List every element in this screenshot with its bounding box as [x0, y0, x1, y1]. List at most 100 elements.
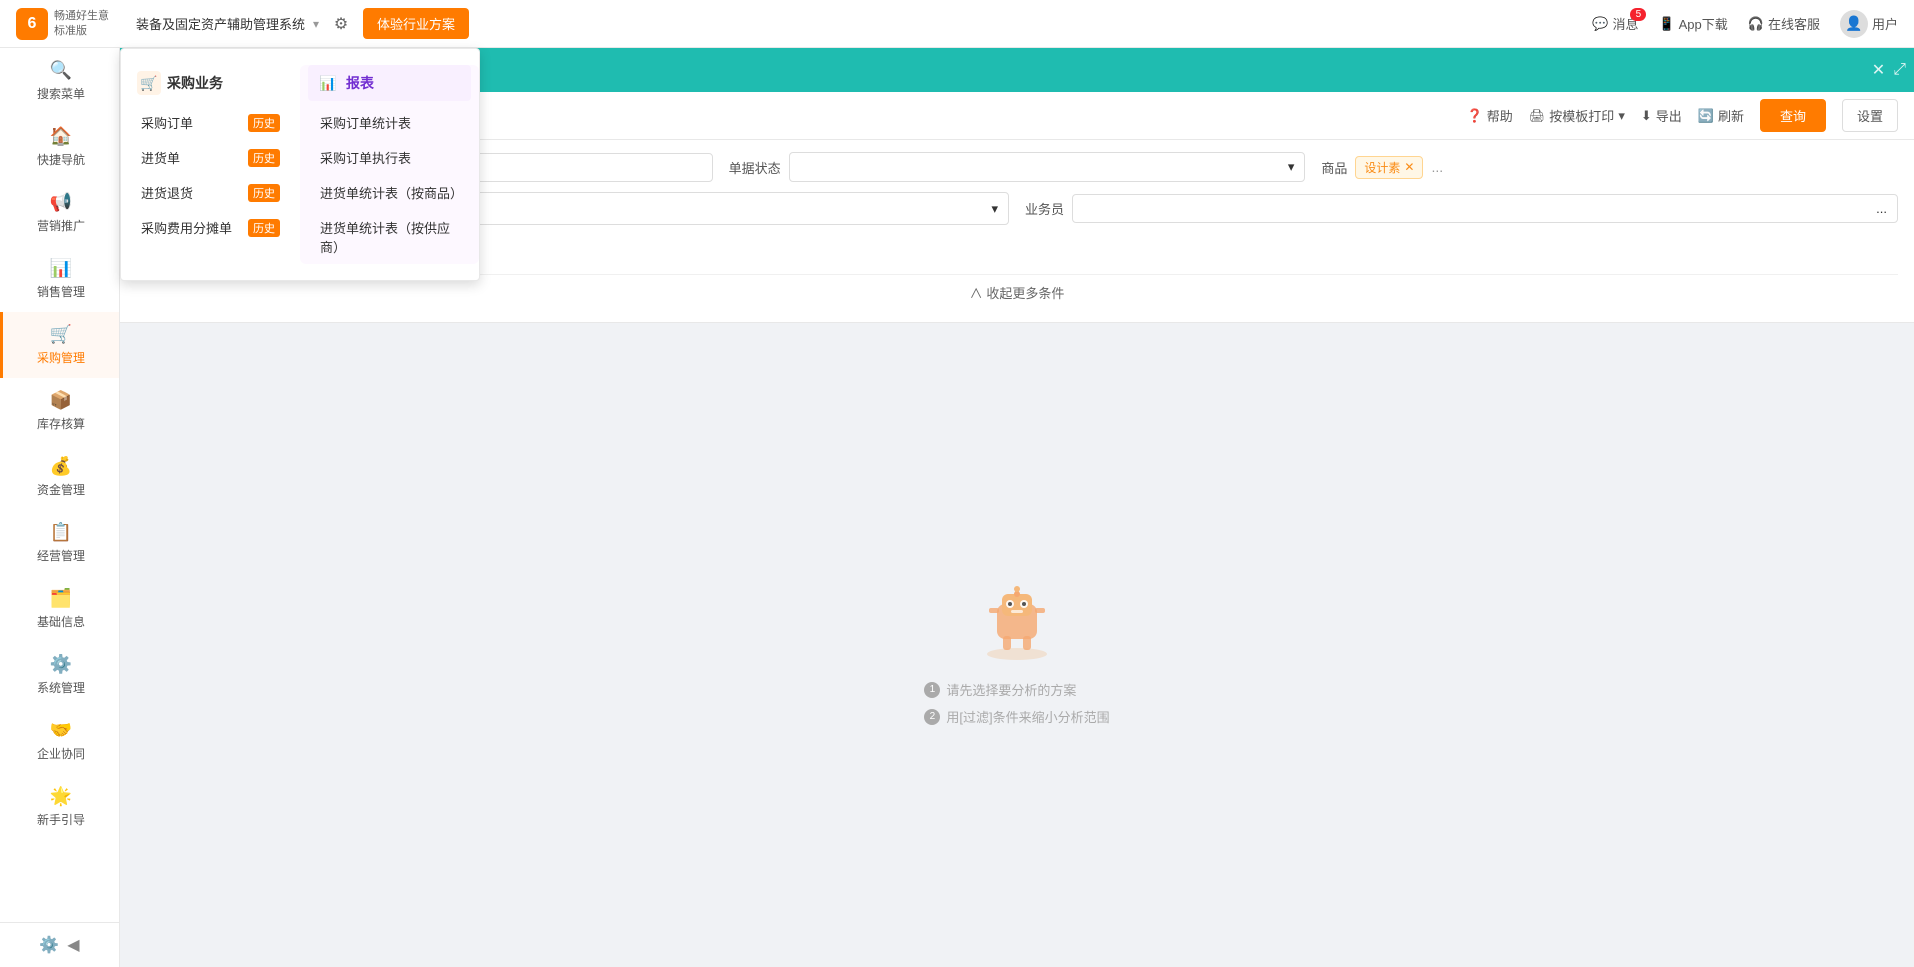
search-icon: 🔍	[50, 60, 72, 81]
help-button[interactable]: ❓ 帮助	[1467, 106, 1513, 125]
refresh-button[interactable]: 🔄 刷新	[1698, 106, 1744, 125]
tip-num-2: 2	[924, 709, 940, 725]
empty-state: 1 请先选择要分析的方案 2 用[过滤]条件来缩小分析范围	[120, 323, 1914, 967]
report-receipt-supplier-item[interactable]: 进货单统计表（按供应商）	[308, 210, 471, 264]
message-badge: 5	[1630, 8, 1646, 21]
user-label: 用户	[1872, 14, 1898, 33]
sidebar-item-guide[interactable]: 🌟 新手引导	[0, 774, 119, 840]
print-icon: 🖨	[1529, 108, 1546, 124]
sidebar-item-inventory[interactable]: 📦 库存核算	[0, 378, 119, 444]
app-download-label: App下载	[1679, 14, 1728, 33]
sidebar: 🔍 搜索菜单 🏠 快捷导航 📢 营销推广 📊 销售管理 🛒 采购管理 📦	[0, 48, 120, 967]
report-col-icon: 📊	[316, 71, 340, 95]
sidebar-item-search[interactable]: 🔍 搜索菜单	[0, 48, 119, 114]
query-button[interactable]: 查询	[1760, 99, 1826, 132]
collapse-label: 收起更多条件	[986, 286, 1064, 301]
collapse-icon: ∧	[970, 286, 983, 301]
avatar: 👤	[1840, 10, 1868, 38]
report-col-header: 📊 报表	[308, 65, 471, 101]
guide-icon: 🌟	[50, 786, 72, 807]
purchase-order-label: 采购订单	[141, 113, 193, 132]
refresh-icon: 🔄	[1698, 108, 1714, 124]
help-icon: ❓	[1467, 108, 1483, 124]
report-order-stat-label: 采购订单统计表	[320, 113, 411, 132]
online-service-label: 在线客服	[1768, 14, 1820, 33]
report-order-stat-item[interactable]: 采购订单统计表	[308, 105, 471, 140]
settings-button[interactable]: 设置	[1842, 99, 1898, 132]
status-select[interactable]: ▾	[789, 152, 1306, 182]
sidebar-item-finance[interactable]: 💰 资金管理	[0, 444, 119, 510]
system-dropdown-arrow[interactable]: ▾	[313, 17, 319, 31]
filter-goods: 商品 设计素 ✕ ...	[1321, 156, 1898, 179]
print-button[interactable]: 🖨 按模板打印 ▾	[1529, 106, 1625, 125]
user-action[interactable]: 👤 用户	[1840, 10, 1898, 38]
sales-icon: 📊	[50, 258, 72, 279]
report-order-exec-item[interactable]: 采购订单执行表	[308, 140, 471, 175]
tab-maximize-button[interactable]: ⤢	[1893, 61, 1906, 79]
sidebar-label-search: 搜索菜单	[37, 85, 85, 102]
sidebar-label-sales: 销售管理	[37, 283, 85, 300]
tip-text-2: 用[过滤]条件来缩小分析范围	[946, 707, 1109, 726]
logo-text: 畅通好生意 标准版	[54, 9, 109, 38]
sidebar-item-purchase[interactable]: 🛒 采购管理	[0, 312, 119, 378]
purchase-receipt-item[interactable]: 进货单 历史	[129, 140, 292, 175]
inventory-icon: 📦	[50, 390, 72, 411]
purchase-col-title: 采购业务	[167, 73, 223, 93]
help-label: 帮助	[1487, 106, 1513, 125]
message-action[interactable]: 💬 消息 5	[1592, 14, 1638, 33]
goods-tag-close[interactable]: ✕	[1404, 160, 1414, 174]
top-header: 6 畅通好生意 标准版 装备及固定资产辅助管理系统 ▾ ⚙ 体验行业方案 💬 消…	[0, 0, 1914, 48]
finance-icon: 💰	[50, 456, 72, 477]
print-label: 按模板打印	[1549, 106, 1614, 125]
purchase-return-badge: 历史	[248, 184, 280, 202]
salesperson-ellipsis: ...	[1876, 201, 1887, 216]
header-middle: 装备及固定资产辅助管理系统 ▾ ⚙ 体验行业方案	[136, 8, 1592, 39]
purchase-col-icon: 🛒	[137, 71, 161, 95]
sidebar-collapse-button[interactable]: ◀	[67, 935, 79, 955]
tab-close-all-button[interactable]: ✕	[1872, 60, 1885, 80]
system-icon: ⚙️	[50, 654, 72, 675]
sidebar-label-quick-nav: 快捷导航	[37, 151, 85, 168]
tab-bar-actions: ✕ ⤢	[1872, 60, 1906, 80]
purchase-expense-label: 采购费用分摊单	[141, 218, 232, 237]
sidebar-label-marketing: 营销推广	[37, 217, 85, 234]
purchase-return-item[interactable]: 进货退货 历史	[129, 175, 292, 210]
sidebar-item-sales[interactable]: 📊 销售管理	[0, 246, 119, 312]
purchase-col: 🛒 采购业务 采购订单 历史 进货单 历史 进货退货 历史 采购费用分摊单 历史	[121, 65, 300, 264]
logo-icon: 6	[16, 8, 48, 40]
sidebar-label-system: 系统管理	[37, 679, 85, 696]
settings-icon[interactable]: ⚙	[327, 10, 355, 38]
home-icon: 🏠	[50, 126, 72, 147]
app-download-action[interactable]: 📱 App下载	[1658, 14, 1727, 33]
goods-ellipsis[interactable]: ...	[1431, 159, 1443, 175]
purchase-receipt-badge: 历史	[248, 149, 280, 167]
empty-tips: 1 请先选择要分析的方案 2 用[过滤]条件来缩小分析范围	[924, 680, 1109, 726]
tip-num-1: 1	[924, 682, 940, 698]
sidebar-item-enterprise[interactable]: 🤝 企业协同	[0, 708, 119, 774]
logo-letter: 6	[28, 15, 37, 33]
salesperson-select[interactable]: ...	[1072, 194, 1898, 223]
report-order-exec-label: 采购订单执行表	[320, 148, 411, 167]
export-button[interactable]: ⬇ 导出	[1641, 106, 1682, 125]
sidebar-bottom: ⚙️ ◀	[0, 922, 119, 967]
sidebar-settings-button[interactable]: ⚙️	[39, 935, 59, 955]
purchase-expense-item[interactable]: 采购费用分摊单 历史	[129, 210, 292, 245]
industry-button[interactable]: 体验行业方案	[363, 8, 469, 39]
system-title: 装备及固定资产辅助管理系统	[136, 14, 305, 33]
report-receipt-goods-item[interactable]: 进货单统计表（按商品）	[308, 175, 471, 210]
purchase-return-label: 进货退货	[141, 183, 193, 202]
sidebar-item-marketing[interactable]: 📢 营销推广	[0, 180, 119, 246]
purchase-order-item[interactable]: 采购订单 历史	[129, 105, 292, 140]
sidebar-label-operation: 经营管理	[37, 547, 85, 564]
sidebar-label-purchase: 采购管理	[37, 349, 85, 366]
sidebar-item-operation[interactable]: 📋 经营管理	[0, 510, 119, 576]
empty-illustration	[967, 564, 1067, 664]
sidebar-item-system[interactable]: ⚙️ 系统管理	[0, 642, 119, 708]
sidebar-label-basic-info: 基础信息	[37, 613, 85, 630]
report-receipt-supplier-label: 进货单统计表（按供应商）	[320, 218, 459, 256]
sidebar-item-quick-nav[interactable]: 🏠 快捷导航	[0, 114, 119, 180]
sidebar-label-enterprise: 企业协同	[37, 745, 85, 762]
sidebar-item-basic-info[interactable]: 🗂️ 基础信息	[0, 576, 119, 642]
filter-status: 单据状态 ▾	[729, 152, 1306, 182]
online-service-action[interactable]: 🎧 在线客服	[1748, 14, 1820, 33]
